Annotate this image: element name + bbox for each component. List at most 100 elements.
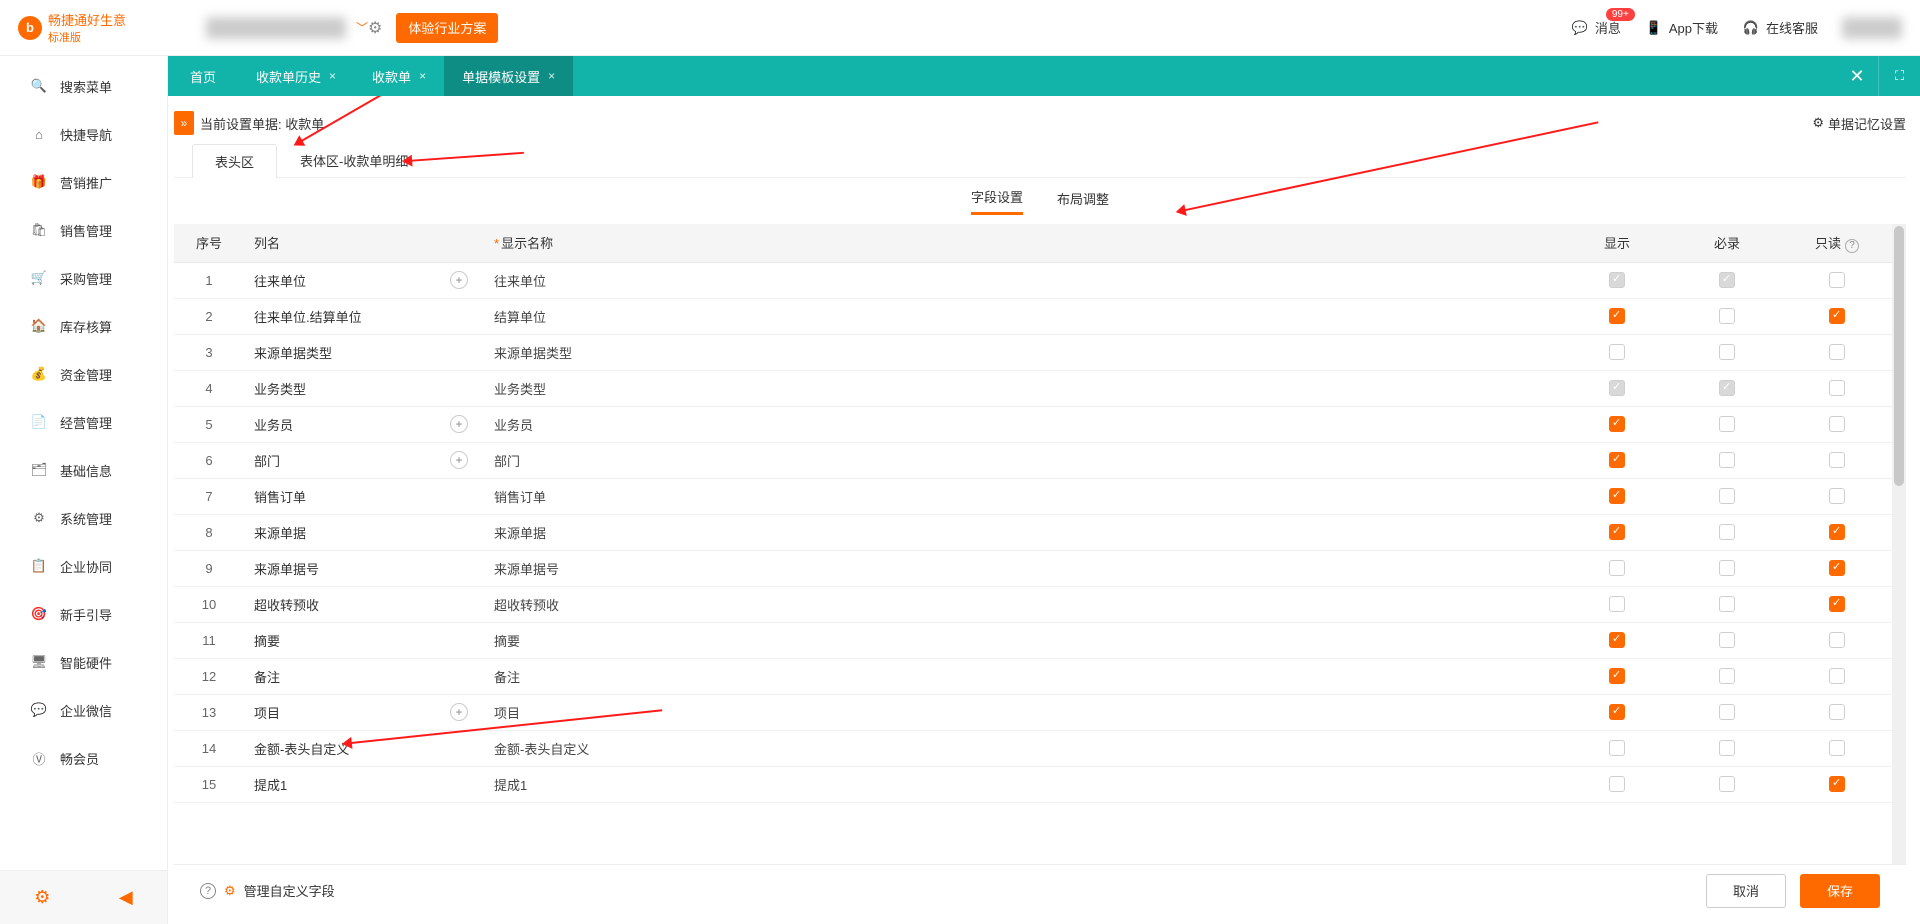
tab-close-icon[interactable]: × [548, 69, 555, 83]
tabs-close-button[interactable]: ✕ [1836, 56, 1878, 96]
messages-link[interactable]: 💬 消息 99+ [1571, 18, 1621, 37]
tab-0[interactable]: 收款单历史× [238, 56, 354, 96]
sidebar-item-5[interactable]: 🏠库存核算 [0, 302, 167, 350]
sidebar-item-8[interactable]: 🗂基础信息 [0, 446, 167, 494]
sidebar-item-7[interactable]: 📄经营管理 [0, 398, 167, 446]
checkbox[interactable] [1829, 740, 1845, 756]
checkbox[interactable] [1829, 344, 1845, 360]
sub-tab-fields[interactable]: 字段设置 [971, 187, 1023, 215]
sub-tab-layout[interactable]: 布局调整 [1057, 189, 1109, 214]
cell-display-name[interactable]: 来源单据 [484, 514, 1562, 550]
checkbox[interactable] [1719, 740, 1735, 756]
checkbox[interactable] [1829, 704, 1845, 720]
sidebar-item-9[interactable]: ⚙系统管理 [0, 494, 167, 542]
cell-display-name[interactable]: 部门 [484, 442, 1562, 478]
cell-display-name[interactable]: 金额-表头自定义 [484, 730, 1562, 766]
checkbox[interactable] [1719, 632, 1735, 648]
sidebar-item-11[interactable]: 🎯新手引导 [0, 590, 167, 638]
online-service-link[interactable]: 🎧 在线客服 [1742, 18, 1818, 37]
plus-icon[interactable]: + [450, 703, 468, 721]
cell-display-name[interactable]: 备注 [484, 658, 1562, 694]
checkbox[interactable] [1609, 524, 1625, 540]
plus-icon[interactable]: + [450, 451, 468, 469]
cell-display-name[interactable]: 超收转预收 [484, 586, 1562, 622]
cell-display-name[interactable]: 项目 [484, 694, 1562, 730]
cell-display-name[interactable]: 提成1 [484, 766, 1562, 802]
cell-display-name[interactable]: 来源单据号 [484, 550, 1562, 586]
checkbox[interactable] [1719, 416, 1735, 432]
checkbox[interactable] [1609, 344, 1625, 360]
fullscreen-icon[interactable]: ⛶ [1878, 56, 1920, 96]
tab-header-area[interactable]: 表头区 [192, 144, 277, 178]
checkbox[interactable] [1719, 704, 1735, 720]
cell-display-name[interactable]: 往来单位 [484, 262, 1562, 298]
cell-display-name[interactable]: 结算单位 [484, 298, 1562, 334]
memory-settings-link[interactable]: ⚙ 单据记忆设置 [1812, 114, 1906, 133]
checkbox[interactable] [1719, 308, 1735, 324]
plus-icon[interactable]: + [450, 271, 468, 289]
tab-1[interactable]: 收款单× [354, 56, 444, 96]
sidebar-item-6[interactable]: 💰资金管理 [0, 350, 167, 398]
checkbox[interactable] [1829, 632, 1845, 648]
checkbox[interactable] [1609, 452, 1625, 468]
checkbox[interactable] [1609, 668, 1625, 684]
tab-home[interactable]: 首页 [168, 56, 238, 96]
user-avatar[interactable] [1842, 17, 1902, 39]
checkbox[interactable] [1829, 380, 1845, 396]
checkbox[interactable] [1609, 416, 1625, 432]
checkbox[interactable] [1829, 596, 1845, 612]
tab-close-icon[interactable]: × [329, 69, 336, 83]
sidebar-item-2[interactable]: 🎁营销推广 [0, 158, 167, 206]
save-button[interactable]: 保存 [1800, 874, 1880, 908]
checkbox[interactable] [1719, 344, 1735, 360]
checkbox[interactable] [1829, 560, 1845, 576]
checkbox[interactable] [1829, 308, 1845, 324]
scrollbar[interactable] [1892, 224, 1906, 864]
sidebar-item-10[interactable]: 📋企业协同 [0, 542, 167, 590]
tab-body-area[interactable]: 表体区-收款单明细 [277, 143, 431, 177]
sidebar-item-4[interactable]: 🛒采购管理 [0, 254, 167, 302]
tab-2[interactable]: 单据模板设置× [444, 56, 573, 96]
checkbox[interactable] [1829, 668, 1845, 684]
sidebar-item-12[interactable]: 🖥智能硬件 [0, 638, 167, 686]
checkbox[interactable] [1609, 632, 1625, 648]
manage-custom-fields-link[interactable]: ? ⚙ 管理自定义字段 [200, 881, 335, 900]
checkbox[interactable] [1609, 308, 1625, 324]
checkbox[interactable] [1829, 272, 1845, 288]
checkbox[interactable] [1719, 452, 1735, 468]
settings-icon[interactable]: ⚙ [34, 887, 50, 908]
checkbox[interactable] [1829, 452, 1845, 468]
checkbox[interactable] [1719, 776, 1735, 792]
cell-display-name[interactable]: 业务类型 [484, 370, 1562, 406]
checkbox[interactable] [1719, 668, 1735, 684]
checkbox[interactable] [1609, 596, 1625, 612]
checkbox[interactable] [1829, 524, 1845, 540]
sidebar-item-13[interactable]: 💬企业微信 [0, 686, 167, 734]
tab-close-icon[interactable]: × [419, 69, 426, 83]
cell-display-name[interactable]: 来源单据类型 [484, 334, 1562, 370]
gear-icon[interactable]: ⚙ [368, 18, 382, 38]
checkbox[interactable] [1719, 596, 1735, 612]
checkbox[interactable] [1829, 488, 1845, 504]
sidebar-item-14[interactable]: Ⓥ畅会员 [0, 734, 167, 782]
cancel-button[interactable]: 取消 [1706, 874, 1786, 908]
sidebar-item-0[interactable]: 🔍搜索菜单 [0, 62, 167, 110]
checkbox[interactable] [1609, 488, 1625, 504]
sidebar-item-3[interactable]: 🛍销售管理 [0, 206, 167, 254]
cell-display-name[interactable]: 销售订单 [484, 478, 1562, 514]
checkbox[interactable] [1609, 560, 1625, 576]
collapse-handle-icon[interactable]: » [174, 111, 194, 135]
plus-icon[interactable]: + [450, 415, 468, 433]
checkbox[interactable] [1609, 704, 1625, 720]
checkbox[interactable] [1719, 488, 1735, 504]
app-download-link[interactable]: 📱 App下载 [1645, 18, 1718, 37]
checkbox[interactable] [1609, 776, 1625, 792]
tenant-selector[interactable]: ﹀ [206, 17, 368, 39]
checkbox[interactable] [1719, 560, 1735, 576]
cell-display-name[interactable]: 业务员 [484, 406, 1562, 442]
demo-button[interactable]: 体验行业方案 [396, 13, 498, 43]
collapse-sidebar-icon[interactable]: ◀ [119, 887, 133, 908]
sidebar-item-1[interactable]: ⌂快捷导航 [0, 110, 167, 158]
cell-display-name[interactable]: 摘要 [484, 622, 1562, 658]
checkbox[interactable] [1829, 416, 1845, 432]
